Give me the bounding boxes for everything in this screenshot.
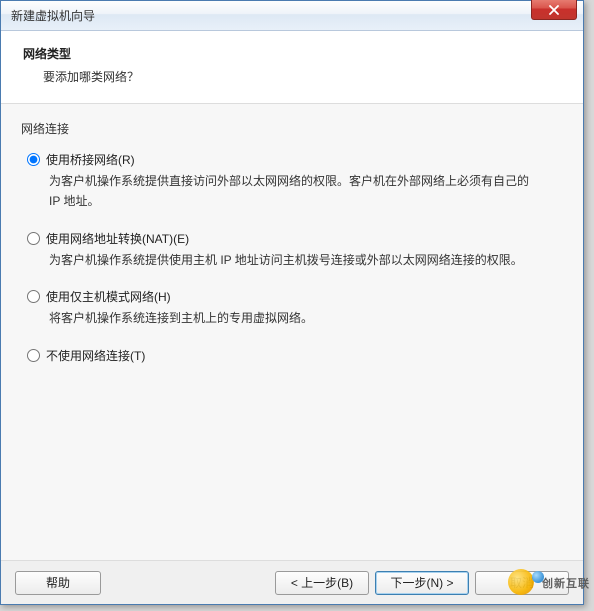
- option-none-label: 不使用网络连接(T): [46, 347, 145, 364]
- radio-none[interactable]: [27, 349, 40, 362]
- option-bridged-label: 使用桥接网络(R): [46, 151, 135, 168]
- close-icon: [548, 5, 560, 15]
- option-nat: 使用网络地址转换(NAT)(E) 为客户机操作系统提供使用主机 IP 地址访问主…: [27, 230, 563, 270]
- footer-bar: 帮助 < 上一步(B) 下一步(N) > 取消: [1, 560, 583, 604]
- radio-nat[interactable]: [27, 232, 40, 245]
- content-area: 网络连接 使用桥接网络(R) 为客户机操作系统提供直接访问外部以太网网络的权限。…: [1, 104, 583, 574]
- option-bridged: 使用桥接网络(R) 为客户机操作系统提供直接访问外部以太网网络的权限。客户机在外…: [27, 151, 563, 212]
- cancel-button[interactable]: 取消: [475, 571, 569, 595]
- group-label: 网络连接: [21, 120, 563, 137]
- header-panel: 网络类型 要添加哪类网络？: [1, 31, 583, 104]
- option-nat-row[interactable]: 使用网络地址转换(NAT)(E): [27, 230, 563, 247]
- option-hostonly: 使用仅主机模式网络(H) 将客户机操作系统连接到主机上的专用虚拟网络。: [27, 288, 563, 328]
- option-none-row[interactable]: 不使用网络连接(T): [27, 347, 563, 364]
- option-bridged-row[interactable]: 使用桥接网络(R): [27, 151, 563, 168]
- option-hostonly-row[interactable]: 使用仅主机模式网络(H): [27, 288, 563, 305]
- close-button[interactable]: [531, 0, 577, 20]
- help-button[interactable]: 帮助: [15, 571, 101, 595]
- wizard-window: 新建虚拟机向导 网络类型 要添加哪类网络？ 网络连接 使用桥接网络(R) 为客户…: [0, 0, 584, 605]
- back-button[interactable]: < 上一步(B): [275, 571, 369, 595]
- page-title: 网络类型: [23, 45, 561, 62]
- radio-hostonly[interactable]: [27, 290, 40, 303]
- titlebar: 新建虚拟机向导: [1, 1, 583, 31]
- radio-bridged[interactable]: [27, 153, 40, 166]
- option-hostonly-desc: 将客户机操作系统连接到主机上的专用虚拟网络。: [27, 305, 537, 328]
- page-subtitle: 要添加哪类网络？: [23, 68, 561, 85]
- next-button[interactable]: 下一步(N) >: [375, 571, 469, 595]
- option-nat-label: 使用网络地址转换(NAT)(E): [46, 230, 189, 247]
- option-nat-desc: 为客户机操作系统提供使用主机 IP 地址访问主机拨号连接或外部以太网网络连接的权…: [27, 247, 537, 270]
- option-bridged-desc: 为客户机操作系统提供直接访问外部以太网网络的权限。客户机在外部网络上必须有自己的…: [27, 168, 537, 212]
- option-none: 不使用网络连接(T): [27, 347, 563, 364]
- window-title: 新建虚拟机向导: [11, 7, 95, 24]
- option-hostonly-label: 使用仅主机模式网络(H): [46, 288, 171, 305]
- network-options-group: 使用桥接网络(R) 为客户机操作系统提供直接访问外部以太网网络的权限。客户机在外…: [21, 151, 563, 364]
